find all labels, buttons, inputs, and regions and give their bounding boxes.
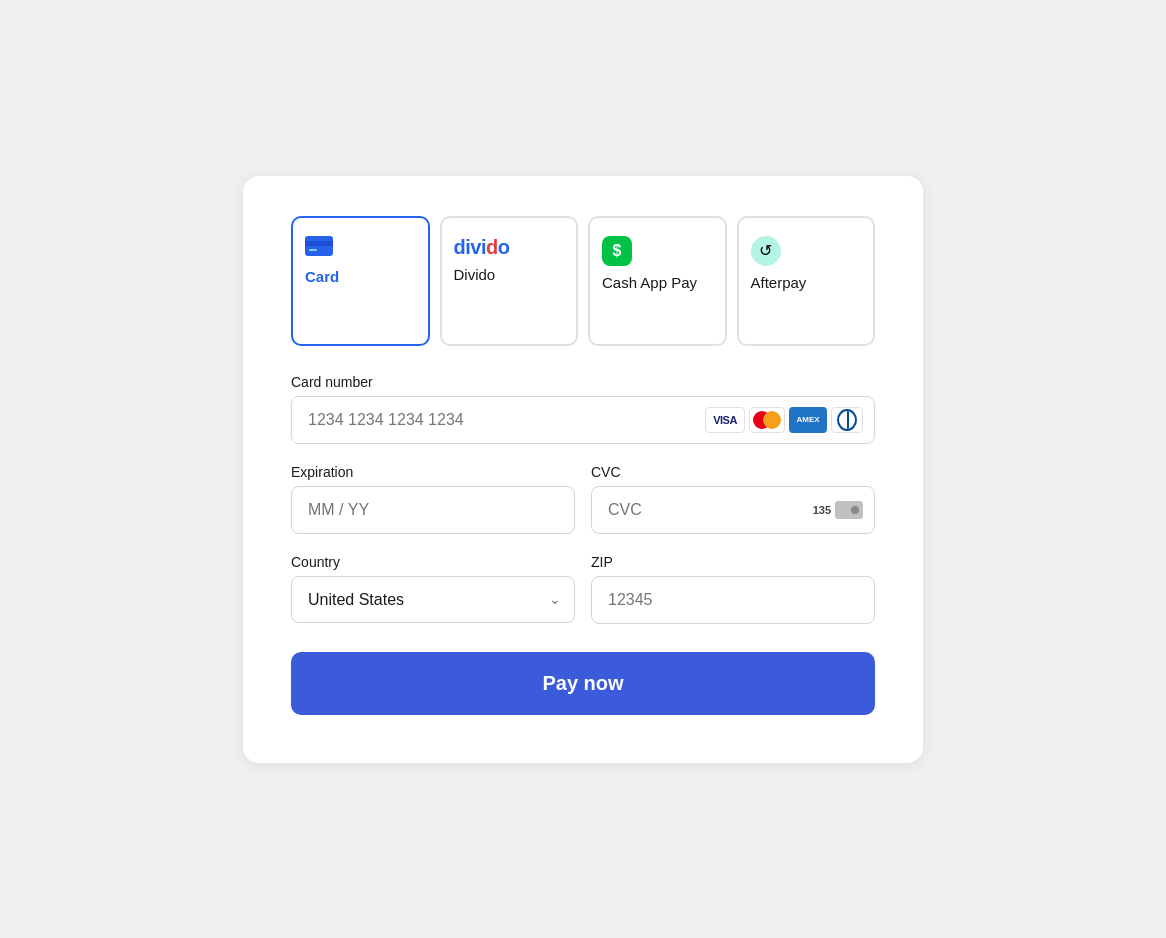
svg-rect-2 (309, 249, 317, 251)
zip-label: ZIP (591, 554, 875, 570)
payment-form: Card divido Divido $ Cash App Pay ↺ Afte… (243, 176, 923, 763)
country-label: Country (291, 554, 575, 570)
divido-logo-icon: divido (454, 236, 510, 258)
tab-afterpay-label: Afterpay (751, 274, 807, 291)
tab-card-label: Card (305, 268, 339, 285)
svg-rect-1 (305, 241, 333, 246)
card-form: Card number VISA AMEX (291, 374, 875, 715)
cvc-hint-number: 135 (813, 504, 831, 516)
cash-app-icon: $ (602, 236, 632, 266)
cvc-label: CVC (591, 464, 875, 480)
pay-now-button[interactable]: Pay now (291, 652, 875, 715)
cvc-hint: 135 (813, 501, 863, 519)
tab-cashapp[interactable]: $ Cash App Pay (588, 216, 727, 346)
cvc-wrapper: 135 (591, 486, 875, 534)
zip-input[interactable] (591, 576, 875, 624)
expiration-input[interactable] (291, 486, 575, 534)
payment-method-tabs: Card divido Divido $ Cash App Pay ↺ Afte… (291, 216, 875, 346)
country-select-wrapper: United States United Kingdom Canada Aust… (291, 576, 575, 623)
country-select[interactable]: United States United Kingdom Canada Aust… (291, 576, 575, 623)
diners-icon (831, 407, 863, 433)
card-number-label: Card number (291, 374, 875, 390)
tab-afterpay[interactable]: ↺ Afterpay (737, 216, 876, 346)
tab-cashapp-label: Cash App Pay (602, 274, 697, 291)
tab-divido[interactable]: divido Divido (440, 216, 579, 346)
amex-icon: AMEX (789, 407, 827, 433)
card-number-wrapper: VISA AMEX (291, 396, 875, 444)
expiry-cvc-row: Expiration CVC 135 (291, 464, 875, 534)
card-number-field-group: Card number VISA AMEX (291, 374, 875, 444)
visa-icon: VISA (705, 407, 745, 433)
card-network-icons: VISA AMEX (705, 407, 863, 433)
tab-divido-label: Divido (454, 266, 496, 283)
country-zip-row: Country United States United Kingdom Can… (291, 554, 875, 624)
mastercard-icon (749, 407, 785, 433)
cvc-field-group: CVC 135 (591, 464, 875, 534)
country-field-group: Country United States United Kingdom Can… (291, 554, 575, 624)
cvc-card-shape-icon (835, 501, 863, 519)
expiration-label: Expiration (291, 464, 575, 480)
expiration-field-group: Expiration (291, 464, 575, 534)
afterpay-icon: ↺ (751, 236, 781, 266)
credit-card-icon (305, 236, 333, 260)
zip-field-group: ZIP (591, 554, 875, 624)
tab-card[interactable]: Card (291, 216, 430, 346)
